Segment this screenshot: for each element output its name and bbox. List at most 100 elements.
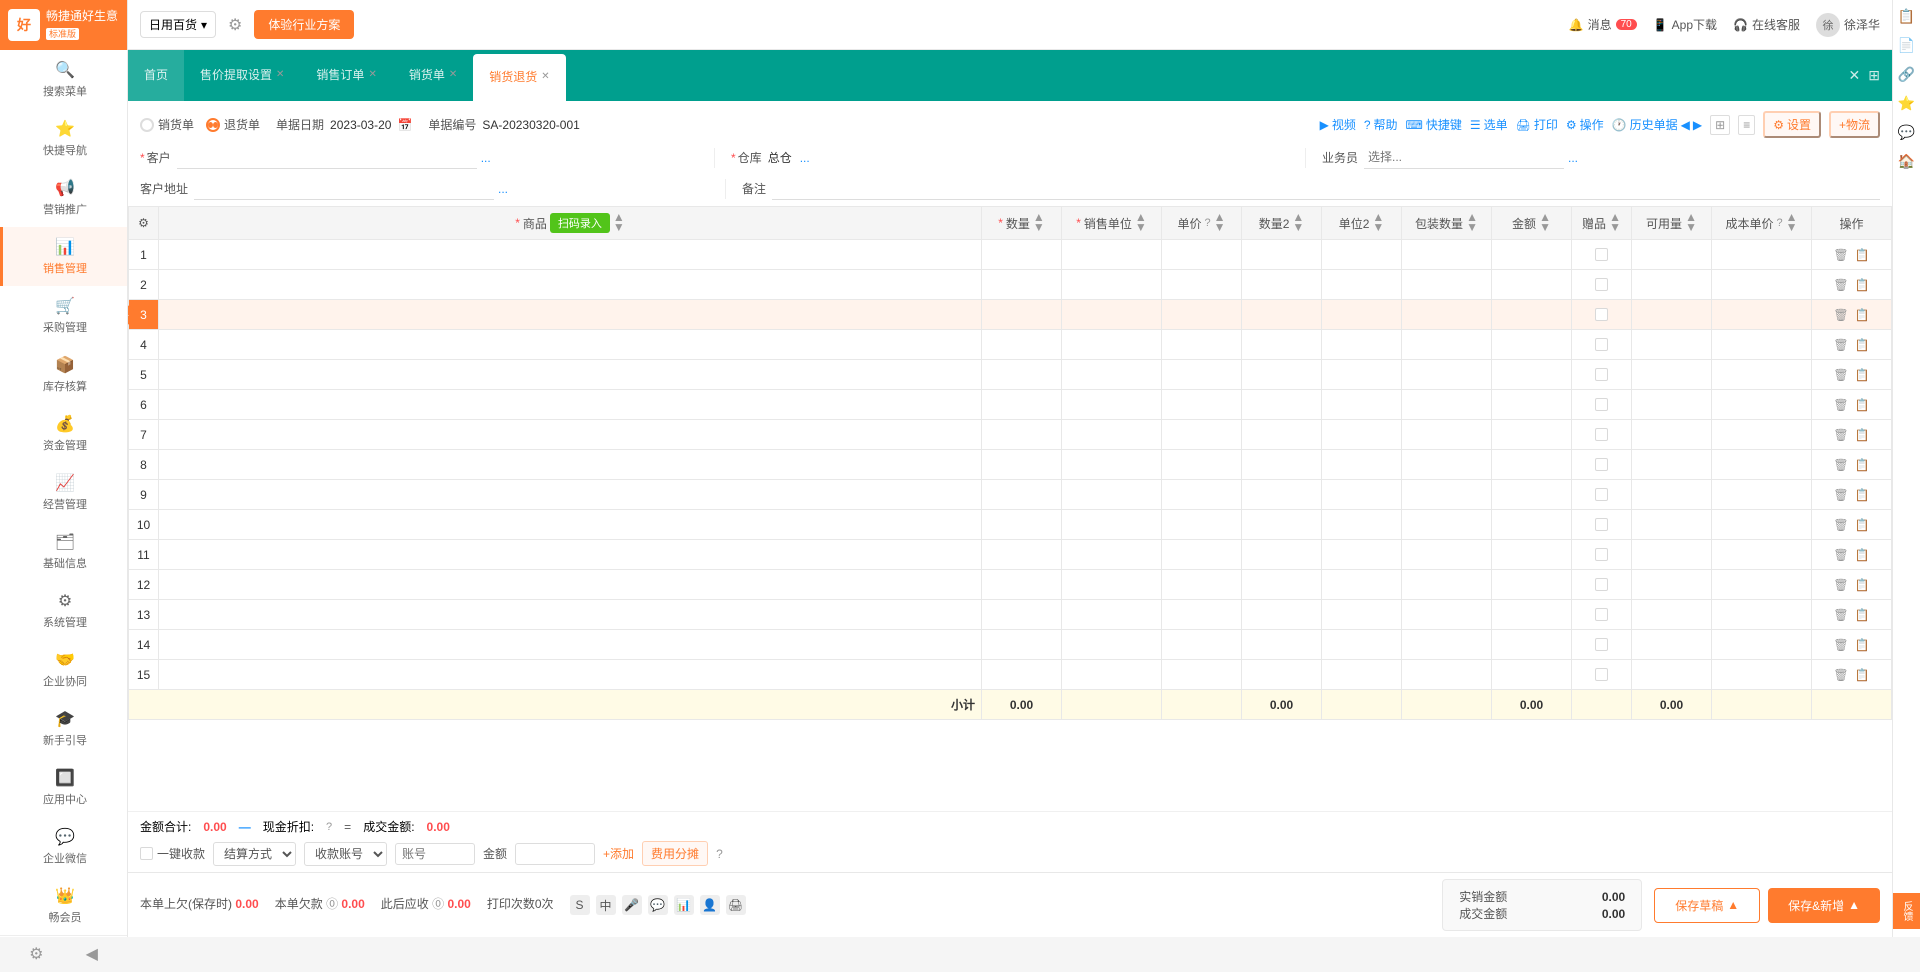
video-link[interactable]: ▶ 视频 [1320,116,1356,133]
setting-btn[interactable]: ⚙ 设置 [1763,111,1821,138]
qty2-cell[interactable] [1242,660,1322,690]
pack-qty-cell[interactable] [1402,240,1492,270]
available-cell[interactable] [1632,600,1712,630]
available-cell[interactable] [1632,450,1712,480]
amount-cell[interactable] [1492,390,1572,420]
cost-cell[interactable] [1712,330,1812,360]
s-icon-1[interactable]: S [570,895,590,915]
gift-cell[interactable] [1572,390,1632,420]
cost-cell[interactable] [1712,360,1812,390]
unit2-cell[interactable] [1322,330,1402,360]
unit-cell[interactable] [1062,240,1162,270]
rs-icon-2[interactable]: 📄 [1898,37,1915,54]
select-link[interactable]: ☰ 选单 [1470,116,1508,133]
pack-qty-cell[interactable] [1402,300,1492,330]
gift-cell[interactable] [1572,360,1632,390]
amount-cell[interactable] [1492,570,1572,600]
sidebar-item-marketing[interactable]: 📢 营销推广 [0,168,127,227]
price-cell[interactable] [1162,600,1242,630]
gift-cell[interactable] [1572,660,1632,690]
amount-cell[interactable] [1492,450,1572,480]
cost-cell[interactable] [1712,510,1812,540]
unit-cell[interactable] [1062,330,1162,360]
copy-row-icon[interactable]: 📋 [1855,638,1870,652]
qty2-cell[interactable] [1242,270,1322,300]
delete-row-icon[interactable]: 🗑 [1833,398,1848,412]
unit-cell[interactable] [1062,600,1162,630]
sidebar-item-member[interactable]: 👑 畅会员 [0,876,127,935]
available-cell[interactable] [1632,240,1712,270]
unit2-cell[interactable] [1322,660,1402,690]
qty2-cell[interactable] [1242,450,1322,480]
s-icon-7[interactable]: 🖨 [726,895,746,915]
qty2-cell[interactable] [1242,570,1322,600]
unit2-cell[interactable] [1322,570,1402,600]
available-cell[interactable] [1632,270,1712,300]
product-cell[interactable] [159,630,982,660]
unit2-cell[interactable] [1322,600,1402,630]
pack-qty-cell[interactable] [1402,570,1492,600]
rs-icon-1[interactable]: 📋 [1898,8,1915,25]
qty2-cell[interactable] [1242,240,1322,270]
radio-return[interactable]: 退货单 [206,116,260,133]
rs-icon-4[interactable]: ⭐ [1898,95,1915,112]
qty2-cell[interactable] [1242,510,1322,540]
tab-sales-delivery[interactable]: 销货单 ✕ [393,50,473,101]
unit-cell[interactable] [1062,510,1162,540]
qty2-cell[interactable] [1242,630,1322,660]
delete-row-icon[interactable]: 🗑 [1833,368,1848,382]
cost-cell[interactable] [1712,270,1812,300]
delete-row-icon[interactable]: 🗑 [1833,638,1848,652]
gift-cell[interactable] [1572,330,1632,360]
maximize-icon[interactable]: ⊞ [1868,67,1880,84]
price-cell[interactable] [1162,270,1242,300]
unit-cell[interactable] [1062,570,1162,600]
add-icon[interactable]: +添加 [603,845,634,862]
copy-row-icon[interactable]: 📋 [1855,578,1870,592]
delete-row-icon[interactable]: 🗑 [1833,668,1848,682]
price-cell[interactable] [1162,330,1242,360]
copy-row-icon[interactable]: 📋 [1855,608,1870,622]
calendar-icon[interactable]: 📅 [397,118,412,132]
gift-cell[interactable] [1572,600,1632,630]
view-grid-icon[interactable]: ⊞ [1710,115,1730,135]
copy-row-icon[interactable]: 📋 [1855,308,1870,322]
gift-cell[interactable] [1572,420,1632,450]
cost-cell[interactable] [1712,630,1812,660]
copy-row-icon[interactable]: 📋 [1855,398,1870,412]
available-cell[interactable] [1632,360,1712,390]
unit2-cell[interactable] [1322,420,1402,450]
unit2-cell[interactable] [1322,480,1402,510]
add-row-btn[interactable]: + [128,305,135,325]
unit-cell[interactable] [1062,450,1162,480]
settle-select[interactable]: 结算方式 [213,842,296,866]
amount-cell[interactable] [1492,360,1572,390]
cost-cell[interactable] [1712,240,1812,270]
delete-row-icon[interactable]: 🗑 [1833,428,1848,442]
price-cell[interactable] [1162,630,1242,660]
cost-cell[interactable] [1712,600,1812,630]
amount-cell[interactable] [1492,330,1572,360]
cost-cell[interactable] [1712,480,1812,510]
next-icon[interactable]: ▶ [1693,118,1702,132]
remark-input[interactable] [772,177,1880,200]
qty-cell[interactable] [982,450,1062,480]
amount-cell[interactable] [1492,660,1572,690]
qty-cell[interactable] [982,420,1062,450]
sidebar-item-guide[interactable]: 🎓 新手引导 [0,699,127,758]
amount-input[interactable] [515,843,595,865]
amount-cell[interactable] [1492,630,1572,660]
product-cell[interactable] [159,360,982,390]
sidebar-item-purchase[interactable]: 🛒 采购管理 [0,286,127,345]
qty-cell[interactable] [982,360,1062,390]
gift-cell[interactable] [1572,540,1632,570]
delete-row-icon[interactable]: 🗑 [1833,548,1848,562]
amount-cell[interactable] [1492,600,1572,630]
pack-qty-cell[interactable] [1402,450,1492,480]
discount-help-icon[interactable]: ? [326,821,332,833]
price-cell[interactable] [1162,240,1242,270]
qty2-cell[interactable] [1242,480,1322,510]
available-cell[interactable] [1632,300,1712,330]
qty2-cell[interactable] [1242,360,1322,390]
cost-cell[interactable] [1712,300,1812,330]
